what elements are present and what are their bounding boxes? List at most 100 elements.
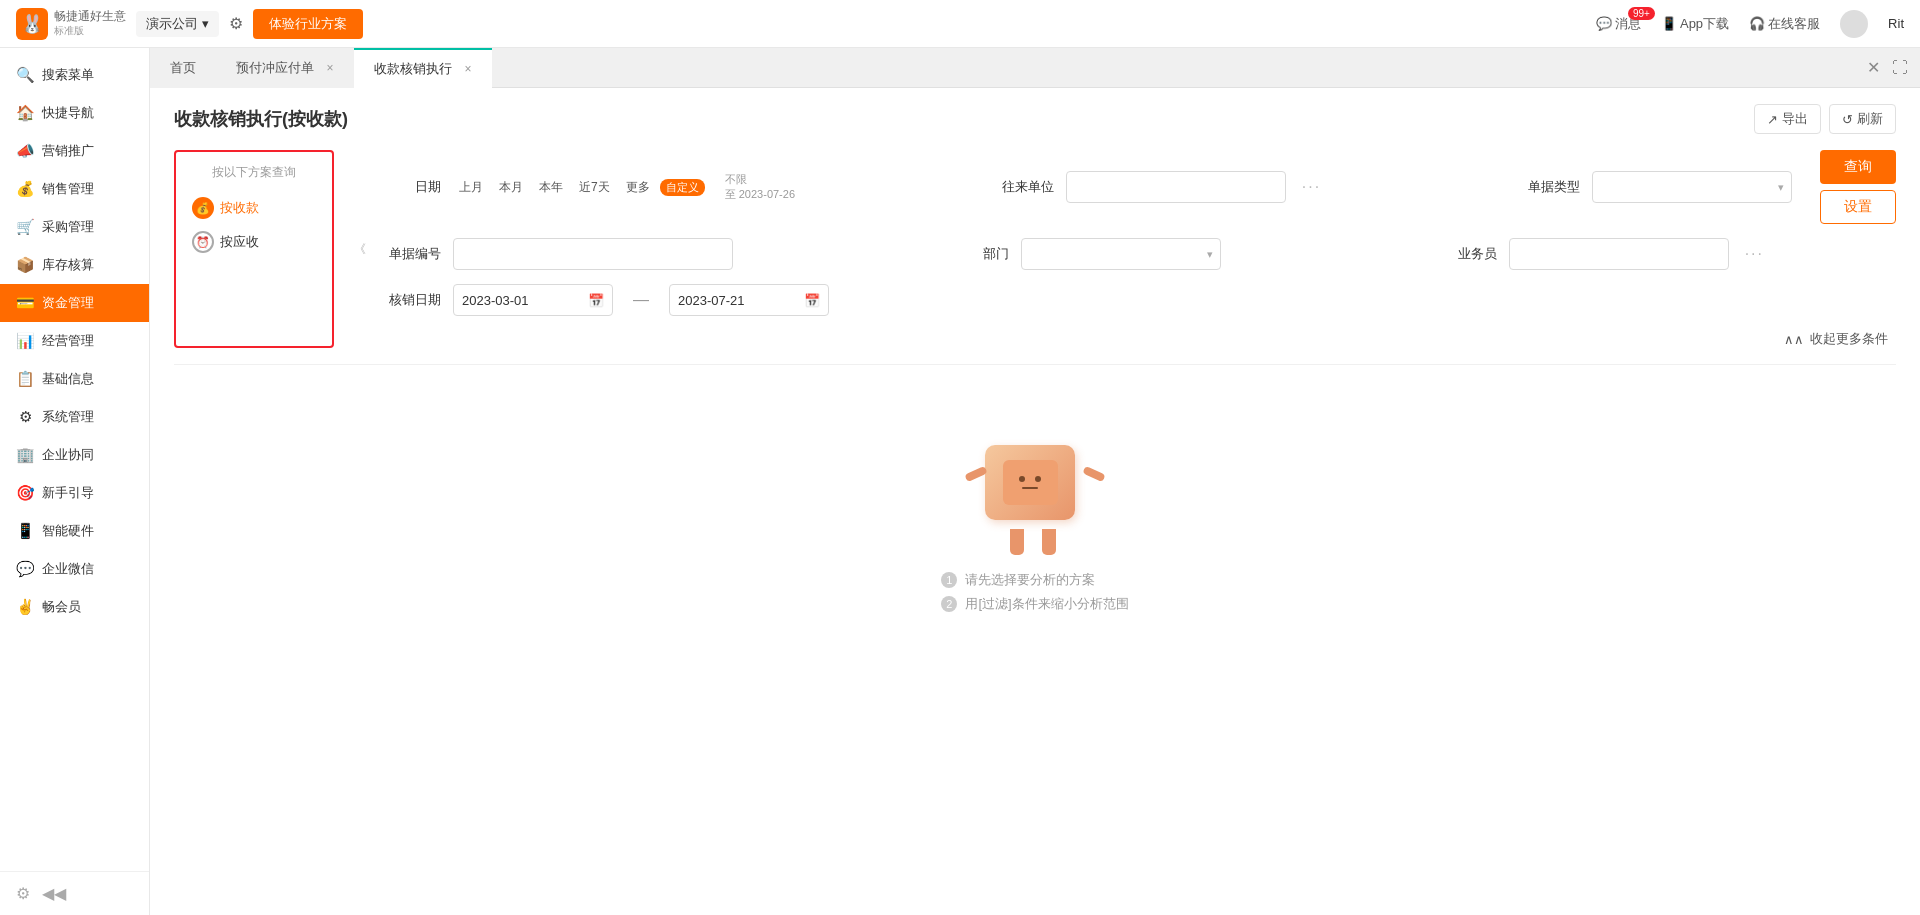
receivable-icon: ⏰ [192, 231, 214, 253]
sidebar-item-sales[interactable]: 💰 销售管理 [0, 170, 149, 208]
sidebar-item-purchase[interactable]: 🛒 采购管理 [0, 208, 149, 246]
hardware-icon: 📱 [16, 522, 34, 540]
refresh-icon: ↺ [1842, 112, 1853, 127]
gear-icon[interactable]: ⚙ [229, 14, 243, 33]
sidebar-item-marketing[interactable]: 📣 营销推广 [0, 132, 149, 170]
sidebar-label-sales: 销售管理 [42, 180, 94, 198]
filter-action-col: 查询 设置 [1820, 150, 1896, 224]
avatar[interactable] [1840, 10, 1868, 38]
refresh-btn[interactable]: ↺ 刷新 [1829, 104, 1896, 134]
app-logo: 🐰 [16, 8, 48, 40]
unit-input[interactable] [1066, 171, 1286, 203]
filter-row-more: ∧∧ 收起更多条件 [386, 330, 1896, 348]
sidebar-item-operation[interactable]: 📊 经营管理 [0, 322, 149, 360]
tip-num-2: 2 [941, 596, 957, 612]
message-badge: 99+ [1628, 7, 1655, 20]
filter-collapse-btn[interactable]: 《 [350, 150, 370, 348]
robot-body [985, 445, 1075, 520]
bill-no-input[interactable] [453, 238, 733, 270]
verify-end-date[interactable]: 2023-07-21 📅 [669, 284, 829, 316]
quick-nav-icon: 🏠 [16, 104, 34, 122]
sidebar-label-vip: 畅会员 [42, 598, 81, 616]
main-layout: 🔍 搜索菜单 🏠 快捷导航 📣 营销推广 💰 销售管理 🛒 采购管理 📦 库存核… [0, 48, 1920, 915]
tab-collection-label: 收款核销执行 [374, 49, 452, 89]
bill-type-select[interactable] [1592, 171, 1792, 203]
date-to: 至 2023-07-26 [725, 187, 795, 202]
calendar-end-icon[interactable]: 📅 [804, 293, 820, 308]
tab-collection-close[interactable]: × [460, 61, 476, 77]
collapse-more-btn[interactable]: ∧∧ 收起更多条件 [1784, 330, 1896, 348]
date-last-month[interactable]: 上月 [453, 177, 489, 198]
calendar-start-icon[interactable]: 📅 [588, 293, 604, 308]
tab-expand-icon[interactable]: ⛶ [1888, 55, 1912, 81]
sidebar-item-enterprise[interactable]: 🏢 企业协同 [0, 436, 149, 474]
enterprise-icon: 🏢 [16, 446, 34, 464]
date-7days[interactable]: 近7天 [573, 177, 616, 198]
query-btn[interactable]: 查询 [1820, 150, 1896, 184]
chevron-up-icon: ∧∧ [1784, 332, 1804, 347]
settings-bottom-icon[interactable]: ⚙ [16, 884, 30, 903]
sidebar-label-inventory: 库存核算 [42, 256, 94, 274]
sidebar-label-system: 系统管理 [42, 408, 94, 426]
tab-bar-right: ✕ ⛶ [1863, 54, 1920, 81]
sidebar-item-search[interactable]: 🔍 搜索菜单 [0, 56, 149, 94]
date-more[interactable]: 更多 [620, 177, 656, 198]
robot-legs [1010, 529, 1056, 555]
refresh-label: 刷新 [1857, 110, 1883, 128]
export-btn[interactable]: ↗ 导出 [1754, 104, 1821, 134]
sidebar-item-vip[interactable]: ✌ 畅会员 [0, 588, 149, 626]
sidebar-item-system[interactable]: ⚙ 系统管理 [0, 398, 149, 436]
tab-home[interactable]: 首页 [150, 48, 216, 88]
tab-prepay-close[interactable]: × [322, 60, 338, 76]
salesman-dots[interactable]: ··· [1745, 245, 1764, 263]
filter-row-3: 核销日期 2023-03-01 📅 — 2023-07-21 📅 [386, 284, 1896, 316]
sidebar-item-wechat[interactable]: 💬 企业微信 [0, 550, 149, 588]
robot-arm-right [1082, 466, 1105, 483]
industry-btn[interactable]: 体验行业方案 [253, 9, 363, 39]
date-this-year[interactable]: 本年 [533, 177, 569, 198]
verify-start-date[interactable]: 2023-03-01 📅 [453, 284, 613, 316]
online-service-btn[interactable]: 🎧 在线客服 [1749, 15, 1820, 33]
sidebar-label-hardware: 智能硬件 [42, 522, 94, 540]
salesman-input[interactable] [1509, 238, 1729, 270]
date-range-sep: — [633, 291, 649, 309]
sidebar-item-quick-nav[interactable]: 🏠 快捷导航 [0, 94, 149, 132]
sidebar-item-guide[interactable]: 🎯 新手引导 [0, 474, 149, 512]
sidebar-item-finance[interactable]: 💳 资金管理 [0, 284, 149, 322]
company-selector[interactable]: 演示公司 ▾ [136, 11, 219, 37]
tab-close-all-icon[interactable]: ✕ [1863, 54, 1884, 81]
export-icon: ↗ [1767, 112, 1778, 127]
inventory-icon: 📦 [16, 256, 34, 274]
date-custom-badge[interactable]: 自定义 [660, 179, 705, 196]
app-download-btn[interactable]: 📱 App下载 [1661, 15, 1729, 33]
dept-select[interactable] [1021, 238, 1221, 270]
filter-sidebar-title: 按以下方案查询 [184, 164, 324, 181]
verify-end-value: 2023-07-21 [678, 293, 745, 308]
filter-option-by-receivable[interactable]: ⏰ 按应收 [184, 225, 324, 259]
set-btn[interactable]: 设置 [1820, 190, 1896, 224]
tab-collection[interactable]: 收款核销执行 × [354, 48, 492, 88]
page-header-actions: ↗ 导出 ↺ 刷新 [1754, 104, 1896, 134]
date-this-month[interactable]: 本月 [493, 177, 529, 198]
verify-date-label: 核销日期 [386, 291, 441, 309]
vip-icon: ✌ [16, 598, 34, 616]
robot-eye-left [1019, 476, 1025, 482]
logo-area: 🐰 畅捷通好生意 标准版 [16, 8, 126, 40]
sidebar-label-wechat: 企业微信 [42, 560, 94, 578]
sidebar-item-hardware[interactable]: 📱 智能硬件 [0, 512, 149, 550]
filter-option-by-collection[interactable]: 💰 按收款 [184, 191, 324, 225]
sidebar-item-basic-info[interactable]: 📋 基础信息 [0, 360, 149, 398]
collapse-icon[interactable]: ◀◀ [42, 884, 66, 903]
filter-sidebar: 按以下方案查询 💰 按收款 ⏰ 按应收 [174, 150, 334, 348]
headset-icon: 🎧 [1749, 16, 1765, 31]
topbar: 🐰 畅捷通好生意 标准版 演示公司 ▾ ⚙ 体验行业方案 💬 消息 99+ 📱 … [0, 0, 1920, 48]
page-title: 收款核销执行(按收款) [174, 107, 348, 131]
search-icon: 🔍 [16, 66, 34, 84]
sidebar-item-inventory[interactable]: 📦 库存核算 [0, 246, 149, 284]
user-name: Rit [1888, 16, 1904, 31]
empty-tip-2: 2 用[过滤]条件来缩小分析范围 [941, 595, 1128, 613]
message-btn[interactable]: 💬 消息 99+ [1596, 15, 1641, 33]
app-name: 畅捷通好生意 [54, 9, 126, 23]
tab-prepay[interactable]: 预付冲应付单 × [216, 48, 354, 88]
unit-dots[interactable]: ··· [1302, 178, 1321, 196]
